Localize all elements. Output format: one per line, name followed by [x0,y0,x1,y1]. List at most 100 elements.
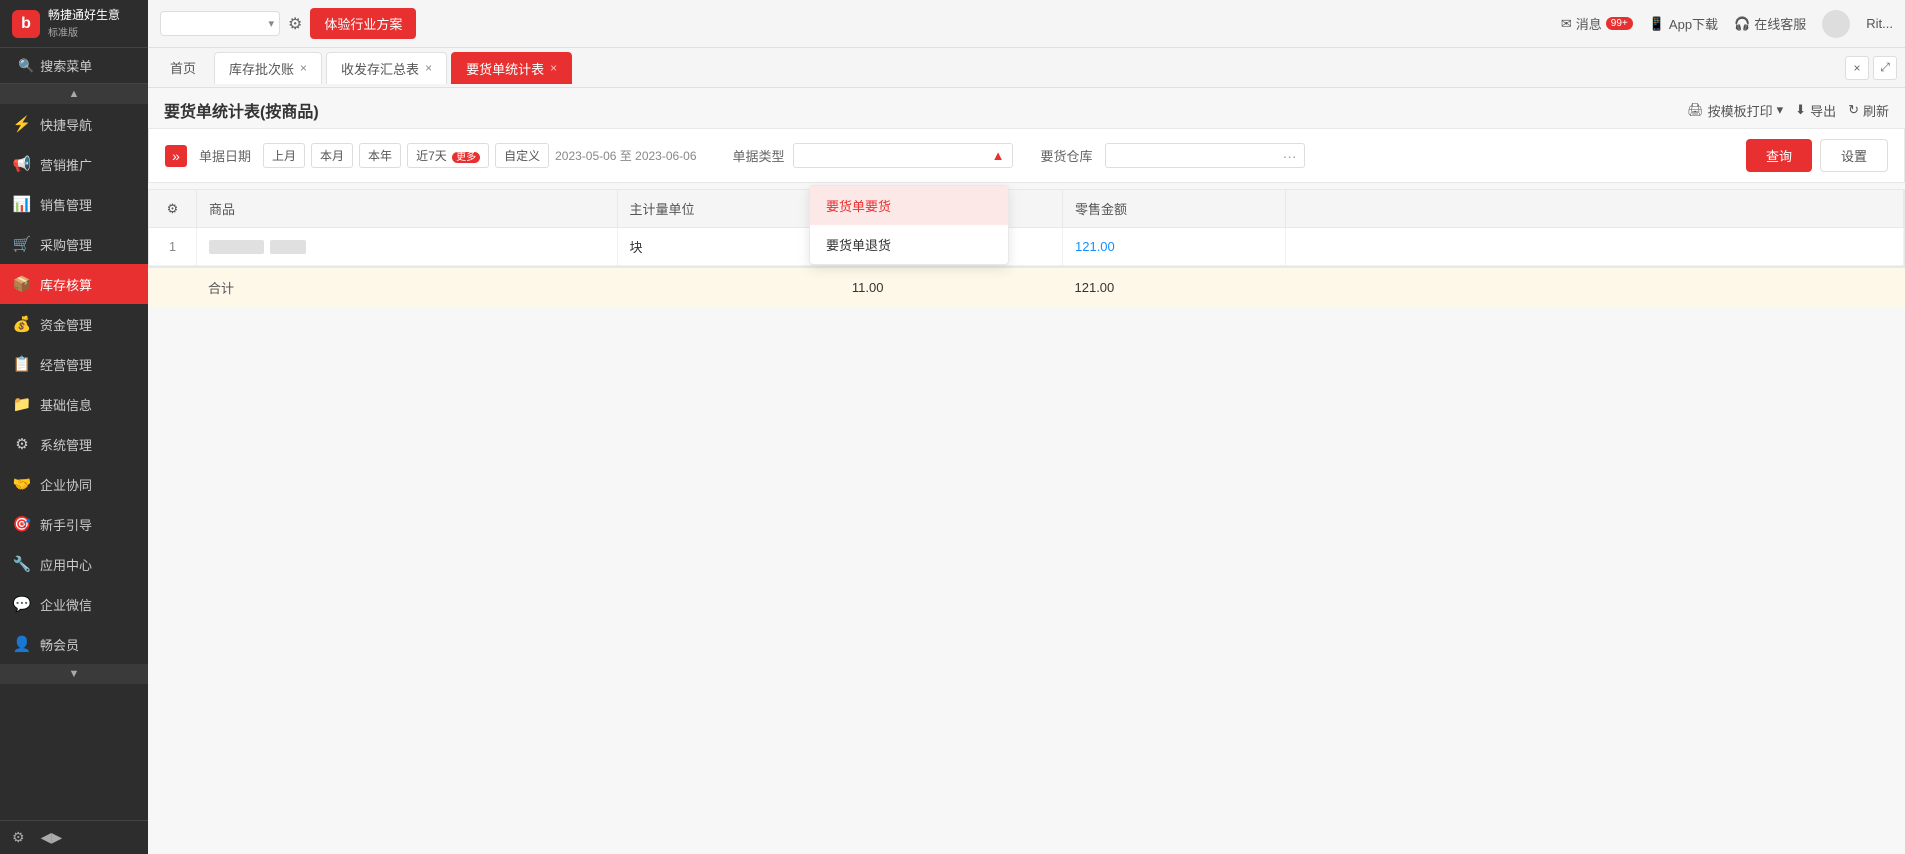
last7days-btn[interactable]: 近7天 更多 [407,143,489,168]
sidebar-scroll-up[interactable]: ▲ [0,84,148,104]
user-name: Rit... [1866,16,1893,31]
industry-btn[interactable]: 体验行业方案 [310,8,416,39]
sidebar-item-operations[interactable]: 📋 经营管理 [0,344,148,384]
finance-icon: 💰 [12,314,32,334]
td-product [197,228,618,265]
sidebar-item-quick-nav[interactable]: ⚡ 快捷导航 [0,104,148,144]
this-month-btn[interactable]: 本月 [311,143,353,168]
topbar: 41 ▾ ⚙ 体验行业方案 ✉ 消息 99+ 📱 App下载 🎧 在线客服 Ri… [148,0,1905,48]
sidebar-item-enterprise-wechat[interactable]: 💬 企业微信 [0,584,148,624]
date-range-text: 2023-05-06 至 2023-06-06 [555,147,696,164]
th-gear[interactable]: ⚙ [149,190,197,227]
filter-type-section: 单据类型 ▲ [733,143,1013,168]
message-icon: ✉ [1561,16,1572,32]
sidebar-item-basic-info[interactable]: 📁 基础信息 [0,384,148,424]
tabbar: 首页 库存批次账 × 收发存汇总表 × 要货单统计表 × × ⤢ [148,48,1905,88]
query-btn[interactable]: 查询 [1746,139,1812,172]
more-badge: 更多 [452,152,480,163]
export-btn[interactable]: ⬇ 导出 [1795,101,1836,120]
warehouse-dots-icon[interactable]: ··· [1283,148,1297,164]
sidebar-item-label: 基础信息 [40,395,92,414]
refresh-btn[interactable]: ↻ 刷新 [1848,101,1889,120]
page-title: 要货单统计表(按商品) [164,98,319,122]
tab-inventory-batch[interactable]: 库存批次账 × [214,52,322,84]
tab-close-inventory-batch[interactable]: × [300,61,307,75]
sidebar-item-finance[interactable]: 💰 资金管理 [0,304,148,344]
tf-seq [148,268,196,307]
content-area: 要货单统计表(按商品) 🖨 按模板打印 ▾ ⬇ 导出 ↻ 刷新 » [148,88,1905,854]
enterprise-wechat-icon: 💬 [12,594,32,614]
filter-date-group: 上月 本月 本年 近7天 更多 自定义 2023-05-06 至 2023-06… [263,143,697,168]
filter-toggle-btn[interactable]: » [165,145,187,167]
store-select-wrap: 41 ▾ [160,11,280,36]
type-label: 单据类型 [733,146,785,165]
sidebar-settings-icon[interactable]: ⚙ [12,829,25,846]
message-btn[interactable]: ✉ 消息 99+ [1561,14,1633,33]
tab-receivable-summary[interactable]: 收发存汇总表 × [326,52,447,84]
sidebar-scroll-down[interactable]: ▼ [0,664,148,684]
online-service-btn[interactable]: 🎧 在线客服 [1734,14,1806,33]
sidebar-item-newbie[interactable]: 🎯 新手引导 [0,504,148,544]
print-btn[interactable]: 🖨 按模板打印 ▾ [1687,101,1783,120]
sidebar-item-label: 营销推广 [40,155,92,174]
sidebar-item-system[interactable]: ⚙ 系统管理 [0,424,148,464]
sidebar-item-label: 快捷导航 [40,115,92,134]
operations-icon: 📋 [12,354,32,374]
tf-unit [617,268,840,307]
warehouse-label: 要货仓库 [1041,146,1093,165]
sidebar-item-enterprise-collab[interactable]: 🤝 企业协同 [0,464,148,504]
topbar-gear-icon[interactable]: ⚙ [288,14,302,34]
sidebar-item-sales[interactable]: 📊 销售管理 [0,184,148,224]
sidebar-item-label: 企业微信 [40,595,92,614]
tab-fullscreen-btn[interactable]: ⤢ [1873,56,1897,80]
basic-info-icon: 📁 [12,394,32,414]
tf-rest [1285,268,1905,307]
this-year-btn[interactable]: 本年 [359,143,401,168]
app-version: 标准版 [48,24,120,39]
sidebar-item-member[interactable]: 👤 畅会员 [0,624,148,664]
dropdown-item-order-return[interactable]: 要货单退货 [810,225,1008,264]
quick-nav-icon: ⚡ [12,114,32,134]
table-row: 1 块 11.00 121.00 [149,228,1904,266]
settings-btn[interactable]: 设置 [1820,139,1888,172]
tab-home[interactable]: 首页 [156,52,210,83]
th-amount: 零售金额 [1063,190,1286,227]
tab-expand-btn[interactable]: × [1845,56,1869,80]
search-menu[interactable]: 🔍 搜索菜单 [0,48,148,84]
tab-close-receivable[interactable]: × [425,61,432,75]
sidebar-item-label: 经营管理 [40,355,92,374]
prev-month-btn[interactable]: 上月 [263,143,305,168]
search-icon: 🔍 [18,58,34,74]
tab-label: 库存批次账 [229,59,294,78]
tabbar-expand: × ⤢ [1845,56,1897,80]
inventory-icon: 📦 [12,274,32,294]
sidebar-collapse-icon[interactable]: ◀▶ [41,829,63,846]
warehouse-input-wrap: ··· [1105,143,1305,168]
data-table: ⚙ 商品 主计量单位 主数量 零售金额 1 块 11.00 121.00 [148,189,1905,267]
type-chevron-icon[interactable]: ▲ [992,148,1005,163]
tab-label: 要货单统计表 [466,59,544,78]
online-service-label: 在线客服 [1754,14,1806,33]
product-placeholder [209,240,306,254]
type-input[interactable] [793,143,1013,168]
dropdown-item-order-goods[interactable]: 要货单要货 [810,186,1008,225]
system-icon: ⚙ [12,434,32,454]
export-label: 导出 [1810,101,1836,120]
search-menu-label: 搜索菜单 [40,56,92,75]
avatar[interactable] [1822,10,1850,38]
tab-label: 收发存汇总表 [341,59,419,78]
custom-btn[interactable]: 自定义 [495,143,549,168]
app-download-btn[interactable]: 📱 App下载 [1649,14,1718,33]
sidebar-item-marketing[interactable]: 📢 营销推广 [0,144,148,184]
sidebar-item-inventory[interactable]: 📦 库存核算 [0,264,148,304]
warehouse-input[interactable] [1105,143,1305,168]
store-select[interactable]: 41 [160,11,280,36]
refresh-label: 刷新 [1863,101,1889,120]
tab-order-stats[interactable]: 要货单统计表 × [451,52,572,84]
sidebar-item-app-center[interactable]: 🔧 应用中心 [0,544,148,584]
app-download-icon: 📱 [1649,16,1665,32]
sidebar-item-purchase[interactable]: 🛒 采购管理 [0,224,148,264]
tab-close-order-stats[interactable]: × [550,61,557,75]
enterprise-collab-icon: 🤝 [12,474,32,494]
table-header: ⚙ 商品 主计量单位 主数量 零售金额 [149,190,1904,228]
